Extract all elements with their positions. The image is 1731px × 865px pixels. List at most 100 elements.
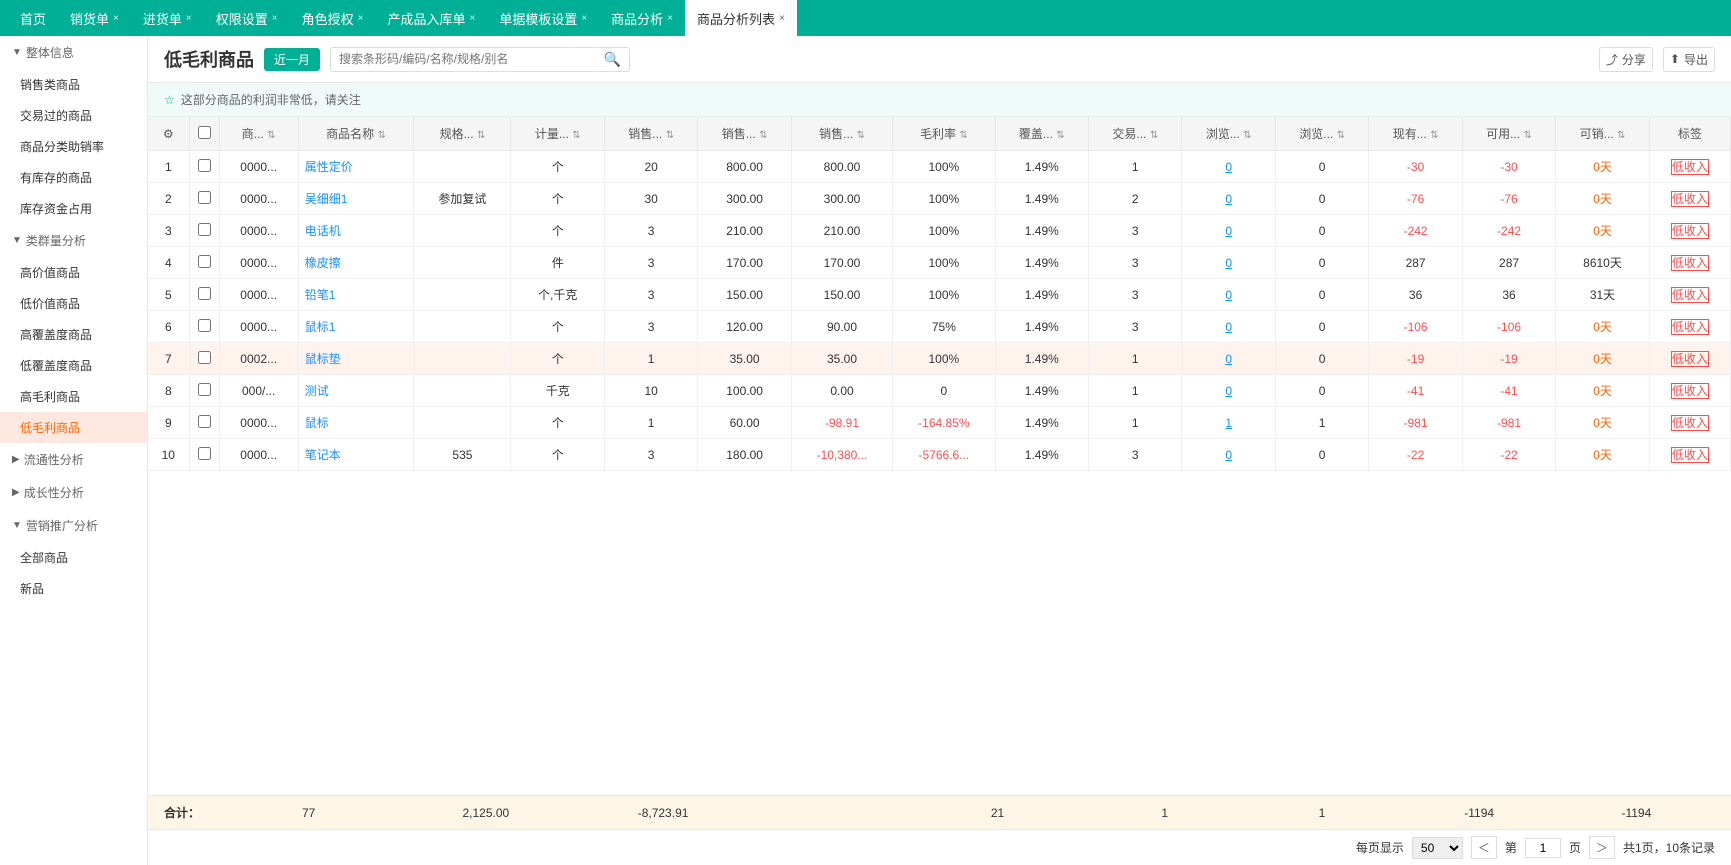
sidebar-item-low-coverage[interactable]: 低覆盖度商品 xyxy=(0,350,147,381)
row-gross-margin: 100% xyxy=(893,183,995,215)
row-name[interactable]: 属性定价 xyxy=(298,151,414,183)
page-input[interactable] xyxy=(1525,838,1561,858)
nav-home[interactable]: 首页 xyxy=(8,0,58,36)
row-browse1[interactable]: 0 xyxy=(1182,343,1275,375)
col-browse2[interactable]: 浏览... ⇅ xyxy=(1275,117,1368,151)
row-checkbox[interactable] xyxy=(189,311,219,343)
col-code[interactable]: 商... ⇅ xyxy=(219,117,298,151)
row-browse1[interactable]: 0 xyxy=(1182,183,1275,215)
nav-product-in[interactable]: 产成品入库单 × xyxy=(375,0,487,36)
share-button[interactable]: ⤴ 分享 xyxy=(1599,47,1653,72)
sidebar-group-overall[interactable]: ▼ 整体信息 xyxy=(0,36,147,69)
sidebar-item-stocked[interactable]: 有库存的商品 xyxy=(0,162,147,193)
row-checkbox[interactable] xyxy=(189,439,219,471)
row-checkbox[interactable] xyxy=(189,247,219,279)
nav-close-purchase[interactable]: × xyxy=(186,13,192,24)
nav-close-sale[interactable]: × xyxy=(113,13,119,24)
row-browse1[interactable]: 0 xyxy=(1182,375,1275,407)
nav-permission[interactable]: 权限设置 × xyxy=(204,0,290,36)
nav-sale-order[interactable]: 销货单 × xyxy=(58,0,131,36)
row-gross-margin: 75% xyxy=(893,311,995,343)
row-name[interactable]: 吴细细1 xyxy=(298,183,414,215)
row-current-stock: -30 xyxy=(1369,151,1462,183)
sidebar-group-flow[interactable]: ▶ 流通性分析 xyxy=(0,443,147,476)
row-checkbox[interactable] xyxy=(189,407,219,439)
prev-page-btn[interactable]: ＜ xyxy=(1471,836,1497,859)
select-all-checkbox[interactable] xyxy=(198,126,211,139)
col-sale-price[interactable]: 销售... ⇅ xyxy=(698,117,791,151)
sidebar-item-all-products[interactable]: 全部商品 xyxy=(0,542,147,573)
row-browse1[interactable]: 0 xyxy=(1182,215,1275,247)
row-name[interactable]: 铅笔1 xyxy=(298,279,414,311)
row-checkbox[interactable] xyxy=(189,151,219,183)
row-browse1[interactable]: 0 xyxy=(1182,151,1275,183)
row-checkbox[interactable] xyxy=(189,343,219,375)
nav-close-permission[interactable]: × xyxy=(272,13,278,24)
col-available-stock[interactable]: 可用... ⇅ xyxy=(1462,117,1555,151)
next-page-btn[interactable]: ＞ xyxy=(1589,836,1615,859)
row-name[interactable]: 鼠标1 xyxy=(298,311,414,343)
col-name[interactable]: 商品名称 ⇅ xyxy=(298,117,414,151)
row-browse1[interactable]: 0 xyxy=(1182,247,1275,279)
nav-close-product-analysis[interactable]: × xyxy=(667,13,673,24)
row-name[interactable]: 鼠标 xyxy=(298,407,414,439)
row-browse1[interactable]: 0 xyxy=(1182,311,1275,343)
sidebar-item-stock-capital[interactable]: 库存资金占用 xyxy=(0,193,147,224)
row-checkbox[interactable] xyxy=(189,279,219,311)
nav-close-role[interactable]: × xyxy=(358,13,364,24)
sidebar-group-growth[interactable]: ▶ 成长性分析 xyxy=(0,476,147,509)
row-sale-qty: 20 xyxy=(604,151,697,183)
nav-close-product-in[interactable]: × xyxy=(469,13,475,24)
row-browse1[interactable]: 0 xyxy=(1182,279,1275,311)
row-name[interactable]: 笔记本 xyxy=(298,439,414,471)
nav-product-analysis-list[interactable]: 商品分析列表 × xyxy=(685,0,797,36)
row-browse1[interactable]: 0 xyxy=(1182,439,1275,471)
col-sale-amount[interactable]: 销售... ⇅ xyxy=(791,117,892,151)
row-trade-count: 1 xyxy=(1089,407,1182,439)
row-name[interactable]: 测试 xyxy=(298,375,414,407)
filter-recent-month[interactable]: 近一月 xyxy=(264,48,320,71)
row-checkbox[interactable] xyxy=(189,375,219,407)
sidebar-item-low-margin[interactable]: 低毛利商品 xyxy=(0,412,147,443)
export-button[interactable]: ⬆ 导出 xyxy=(1663,47,1715,72)
col-spec[interactable]: 规格... ⇅ xyxy=(414,117,511,151)
row-checkbox[interactable] xyxy=(189,215,219,247)
row-browse1[interactable]: 1 xyxy=(1182,407,1275,439)
nav-close-template[interactable]: × xyxy=(581,13,587,24)
col-tag[interactable]: 标签 xyxy=(1649,117,1730,151)
search-icon[interactable]: 🔍 xyxy=(604,51,621,68)
nav-template[interactable]: 单据模板设置 × xyxy=(487,0,599,36)
col-sale-qty[interactable]: 销售... ⇅ xyxy=(604,117,697,151)
per-page-select[interactable]: 50 20 100 xyxy=(1412,837,1463,859)
col-settings[interactable]: ⚙ xyxy=(148,117,189,151)
col-sellable-days[interactable]: 可销... ⇅ xyxy=(1556,117,1649,151)
sidebar-item-low-value[interactable]: 低价值商品 xyxy=(0,288,147,319)
sidebar-item-traded-products[interactable]: 交易过的商品 xyxy=(0,100,147,131)
row-name[interactable]: 橡皮擦 xyxy=(298,247,414,279)
col-coverage[interactable]: 覆盖... ⇅ xyxy=(995,117,1088,151)
col-gross-margin[interactable]: 毛利率 ⇅ xyxy=(893,117,995,151)
sidebar-item-category-rate[interactable]: 商品分类助销率 xyxy=(0,131,147,162)
row-name[interactable]: 电话机 xyxy=(298,215,414,247)
col-current-stock[interactable]: 现有... ⇅ xyxy=(1369,117,1462,151)
sidebar-group-cluster[interactable]: ▼ 类群量分析 xyxy=(0,224,147,257)
sidebar-item-sale-products[interactable]: 销售类商品 xyxy=(0,69,147,100)
search-input[interactable] xyxy=(339,52,600,66)
sidebar-group-marketing[interactable]: ▼ 营销推广分析 xyxy=(0,509,147,542)
row-checkbox[interactable] xyxy=(189,183,219,215)
col-unit[interactable]: 计量... ⇅ xyxy=(511,117,604,151)
nav-product-analysis[interactable]: 商品分析 × xyxy=(599,0,685,36)
tag-badge: 低收入 xyxy=(1671,191,1709,207)
sidebar-item-high-coverage[interactable]: 高覆盖度商品 xyxy=(0,319,147,350)
col-trade-count[interactable]: 交易... ⇅ xyxy=(1089,117,1182,151)
row-name[interactable]: 鼠标垫 xyxy=(298,343,414,375)
row-sellable-days: 0天 xyxy=(1556,439,1649,471)
sidebar-item-high-value[interactable]: 高价值商品 xyxy=(0,257,147,288)
row-no: 10 xyxy=(148,439,189,471)
nav-close-list[interactable]: × xyxy=(779,13,785,24)
sidebar-item-new-products[interactable]: 新品 xyxy=(0,573,147,604)
nav-purchase[interactable]: 进货单 × xyxy=(131,0,204,36)
nav-role[interactable]: 角色授权 × xyxy=(290,0,376,36)
col-browse1[interactable]: 浏览... ⇅ xyxy=(1182,117,1275,151)
sidebar-item-high-margin[interactable]: 高毛利商品 xyxy=(0,381,147,412)
